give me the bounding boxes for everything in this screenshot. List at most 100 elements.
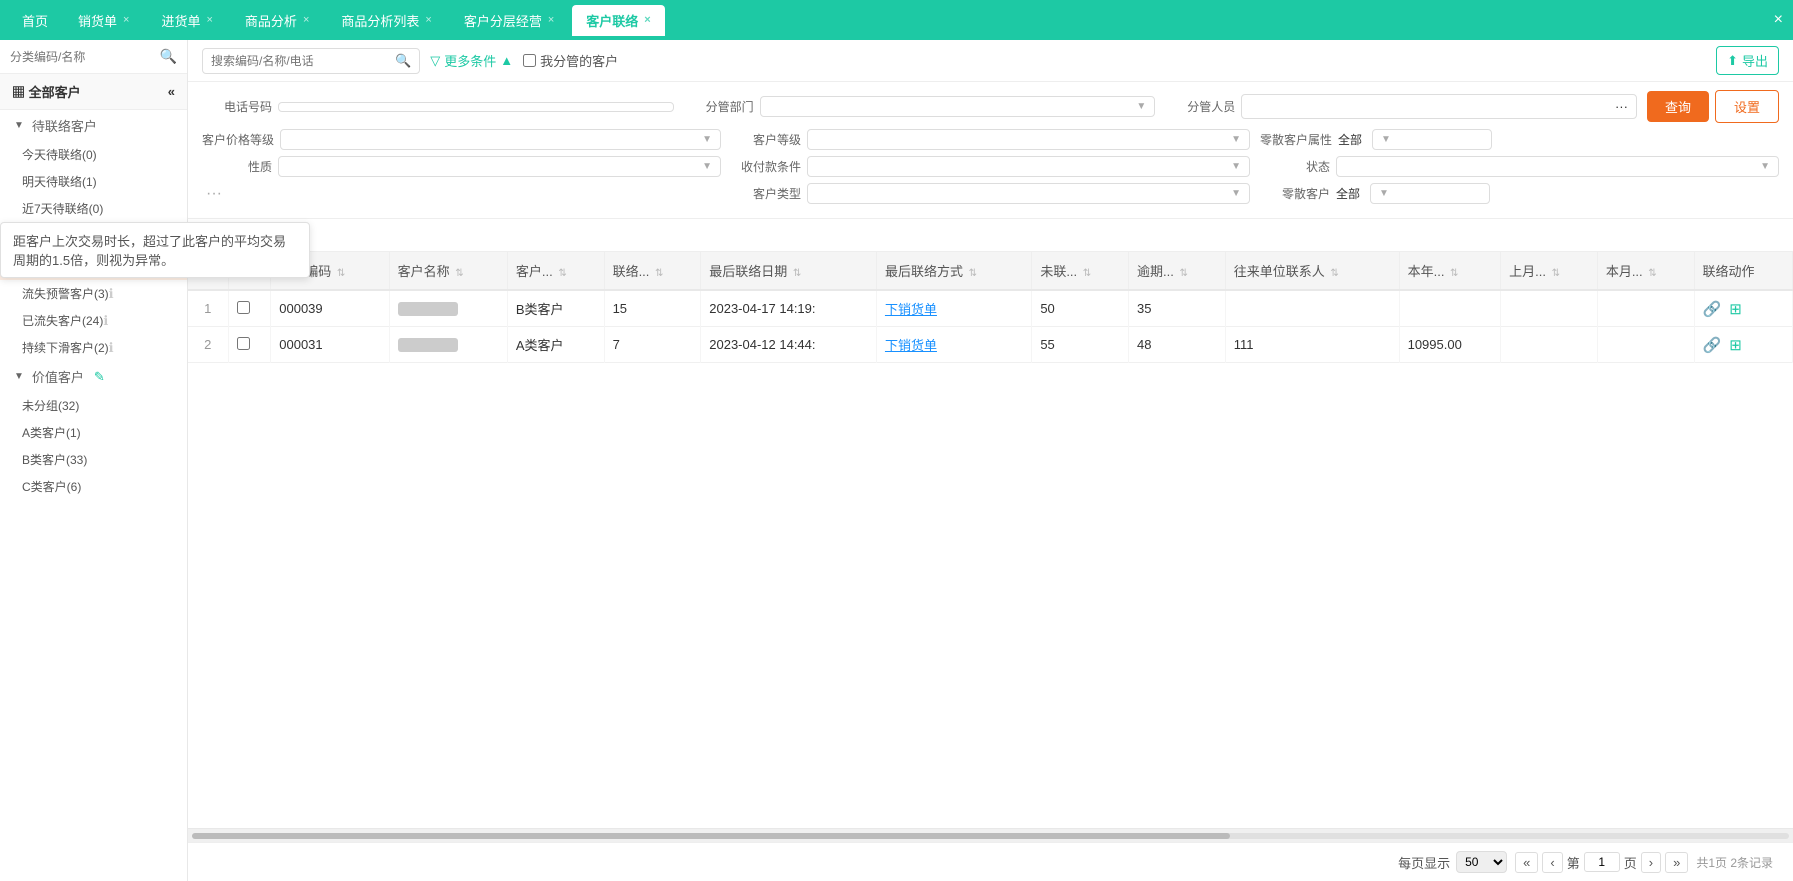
- sidebar-item-class-a[interactable]: A类客户(1): [0, 419, 187, 446]
- close-product-analysis-tab[interactable]: ×: [303, 14, 309, 26]
- sidebar-item-7days[interactable]: 近7天待联络(0): [0, 195, 187, 222]
- method-link-1[interactable]: 下销货单: [885, 302, 937, 317]
- sidebar-item-class-c[interactable]: C类客户(6): [0, 473, 187, 500]
- prev-page-button[interactable]: ‹: [1542, 852, 1562, 873]
- price-grade-select[interactable]: ▼: [280, 129, 721, 150]
- col-name[interactable]: 客户名称 ⇅: [389, 252, 507, 290]
- nav-tab-customer-contact[interactable]: 客户联络 ×: [572, 5, 664, 36]
- cust-type-label: 客户类型: [731, 185, 801, 202]
- col-uncontacted[interactable]: 未联... ⇅: [1032, 252, 1129, 290]
- grid-action-icon-1[interactable]: ⊞: [1729, 300, 1742, 318]
- sidebar-item-tomorrow[interactable]: 明天待联络(1): [0, 168, 187, 195]
- scatter-cust-select[interactable]: ▼: [1370, 183, 1490, 204]
- status-select[interactable]: ▼: [1336, 156, 1779, 177]
- sidebar-item-declining[interactable]: 持续下滑客户(2) ℹ: [0, 334, 187, 361]
- sidebar-group-pending[interactable]: ▼ 待联络客户: [0, 110, 187, 141]
- nature-select[interactable]: ▼: [278, 156, 721, 177]
- export-button[interactable]: ⬆ 导出: [1716, 46, 1779, 75]
- sort-icon-uncontacted: ⇅: [1083, 268, 1091, 279]
- my-customers-checkbox[interactable]: [523, 54, 536, 67]
- sort-icon-month: ⇅: [1648, 268, 1656, 279]
- dept-select[interactable]: ▼: [760, 96, 1156, 117]
- cust-type-field: 客户类型 ▼: [731, 183, 1250, 204]
- col-this-year[interactable]: 本年... ⇅: [1399, 252, 1501, 290]
- sidebar-all-customers[interactable]: ▦ 全部客户 «: [0, 74, 187, 110]
- sort-icon-name: ⇅: [455, 268, 463, 279]
- scatter-attr-select[interactable]: ▼: [1372, 129, 1492, 150]
- close-sales-tab[interactable]: ×: [123, 14, 129, 26]
- sort-icon-overdue: ⇅: [1179, 268, 1187, 279]
- row1-checkbox[interactable]: [237, 301, 250, 314]
- link-action-icon-2[interactable]: 🔗: [1703, 336, 1722, 354]
- col-cust-type[interactable]: 客户... ⇅: [507, 252, 604, 290]
- query-button[interactable]: 查询: [1647, 91, 1709, 122]
- collapse-icon[interactable]: «: [168, 84, 175, 99]
- row2-checkbox[interactable]: [237, 337, 250, 350]
- per-page-select[interactable]: 50 20 100: [1456, 851, 1507, 873]
- sidebar-group-value[interactable]: ▼ 价值客户 ✎: [0, 361, 187, 392]
- cell-month-2: [1597, 327, 1694, 363]
- close-customer-layer-tab[interactable]: ×: [548, 14, 554, 26]
- sidebar-search-input[interactable]: [10, 50, 156, 64]
- close-all-button[interactable]: ×: [1774, 11, 1783, 29]
- scroll-thumb[interactable]: [192, 833, 1230, 839]
- col-last-month[interactable]: 上月... ⇅: [1501, 252, 1598, 290]
- cust-grade-select[interactable]: ▼: [807, 129, 1250, 150]
- per-page-label: 每页显示: [1398, 853, 1450, 872]
- col-contact-person[interactable]: 往来单位联系人 ⇅: [1225, 252, 1399, 290]
- first-page-button[interactable]: «: [1515, 852, 1538, 873]
- sort-icon-type: ⇅: [558, 268, 566, 279]
- cell-person-2: 111: [1225, 327, 1399, 363]
- col-last-date[interactable]: 最后联络日期 ⇅: [701, 252, 877, 290]
- manager-select[interactable]: ···: [1241, 94, 1637, 119]
- cell-overdue-1: 35: [1129, 290, 1226, 327]
- horizontal-scrollbar[interactable]: [188, 828, 1793, 842]
- link-action-icon-1[interactable]: 🔗: [1703, 300, 1722, 318]
- nav-tab-product-list[interactable]: 商品分析列表 ×: [327, 5, 445, 36]
- nav-tab-product-analysis[interactable]: 商品分析 ×: [231, 5, 323, 36]
- nav-tab-customer-layer[interactable]: 客户分层经营 ×: [450, 5, 568, 36]
- cell-index-1: 1: [188, 290, 228, 327]
- chev-icon8: ▼: [1379, 188, 1389, 199]
- sidebar-item-lost[interactable]: 已流失客户(24) ℹ: [0, 307, 187, 334]
- last-page-button[interactable]: »: [1665, 852, 1688, 873]
- sidebar-item-today[interactable]: 今天待联络(0): [0, 141, 187, 168]
- method-link-2[interactable]: 下销货单: [885, 338, 937, 353]
- scatter-attr-label: 零散客户属性: [1260, 131, 1332, 148]
- triangle-down-icon2: ▼: [14, 371, 24, 382]
- col-contact[interactable]: 联络... ⇅: [604, 252, 701, 290]
- sidebar-item-class-b[interactable]: B类客户(33): [0, 446, 187, 473]
- page-number-input[interactable]: [1584, 852, 1620, 872]
- info-icon-small2: ℹ: [103, 313, 108, 329]
- main-search-icon[interactable]: 🔍: [395, 53, 411, 69]
- sidebar-item-loss-warning[interactable]: 流失预警客户(3) ℹ: [0, 280, 187, 307]
- next-page-button[interactable]: ›: [1641, 852, 1661, 873]
- more-conditions-button[interactable]: ▽ 更多条件 ▲: [430, 51, 513, 70]
- chev-icon4: ▼: [702, 161, 712, 172]
- close-customer-contact-tab[interactable]: ×: [644, 14, 650, 26]
- sidebar-item-unsorted[interactable]: 未分组(32): [0, 392, 187, 419]
- payment-select[interactable]: ▼: [807, 156, 1250, 177]
- nav-tab-sales[interactable]: 销货单 ×: [64, 5, 143, 36]
- chev-icon7: ▼: [1231, 188, 1241, 199]
- scroll-track: [192, 833, 1789, 839]
- setting-button[interactable]: 设置: [1715, 90, 1779, 123]
- sidebar-search-icon[interactable]: 🔍: [160, 48, 177, 65]
- blurred-name-2: [398, 338, 458, 352]
- blurred-name-1: [398, 302, 458, 316]
- cell-uncontacted-2: 55: [1032, 327, 1129, 363]
- phone-input[interactable]: [278, 102, 674, 112]
- nav-tab-home[interactable]: 首页: [10, 5, 60, 36]
- close-purchase-tab[interactable]: ×: [206, 14, 212, 26]
- col-this-month[interactable]: 本月... ⇅: [1597, 252, 1694, 290]
- edit-icon[interactable]: ✎: [94, 369, 105, 385]
- grid-action-icon-2[interactable]: ⊞: [1729, 336, 1742, 354]
- cust-type-select[interactable]: ▼: [807, 183, 1250, 204]
- ellipsis-field: ···: [202, 185, 721, 203]
- col-last-method[interactable]: 最后联络方式 ⇅: [876, 252, 1031, 290]
- ellipsis-button[interactable]: ···: [202, 185, 226, 203]
- col-overdue[interactable]: 逾期... ⇅: [1129, 252, 1226, 290]
- nav-tab-purchase[interactable]: 进货单 ×: [147, 5, 226, 36]
- main-search-input[interactable]: [211, 54, 391, 68]
- close-product-list-tab[interactable]: ×: [425, 14, 431, 26]
